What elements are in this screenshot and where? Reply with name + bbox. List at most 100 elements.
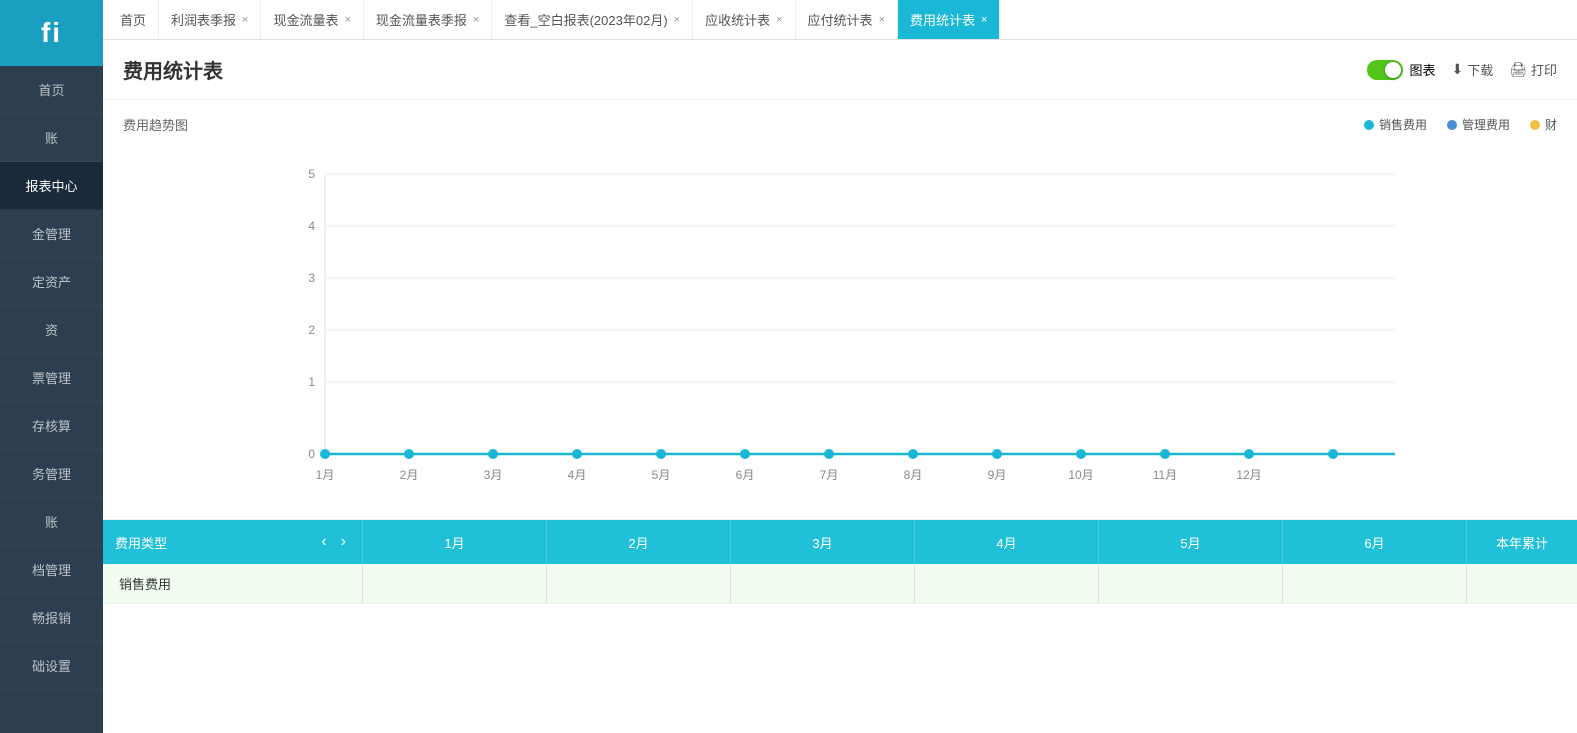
sidebar-item-service[interactable]: 务管理 (0, 450, 103, 498)
close-blank-report[interactable]: × (674, 14, 680, 26)
chart-toggle-label: 图表 (1409, 60, 1435, 79)
tab-profit-report[interactable]: 利润表季报 × (159, 0, 261, 40)
chart-toggle[interactable]: 图表 (1367, 60, 1435, 80)
svg-text:4: 4 (308, 219, 315, 233)
sidebar-item-invoice[interactable]: 票管理 (0, 354, 103, 402)
sidebar-item-write-off[interactable]: 畅报销 (0, 594, 103, 642)
th-m6: 6月 (1283, 520, 1467, 564)
legend-finance: 财 (1530, 116, 1557, 133)
chart-title: 费用趋势图 (123, 115, 188, 134)
td-type: 销售费用 (103, 564, 363, 603)
nav-arrows: ‹ › (317, 533, 350, 551)
sidebar-item-home[interactable]: 首页 (0, 66, 103, 114)
tab-expense[interactable]: 费用统计表 × (898, 0, 1000, 40)
chart-area: 费用趋势图 销售费用 管理费用 财 (103, 100, 1577, 519)
close-cashflow-quarterly[interactable]: × (473, 14, 479, 26)
svg-text:12月: 12月 (1236, 468, 1261, 482)
th-m4: 4月 (915, 520, 1099, 564)
sidebar-item-ledger[interactable]: 账 (0, 498, 103, 546)
app-logo: fi (0, 0, 103, 66)
svg-text:9月: 9月 (988, 468, 1007, 482)
tab-bar: 首页 利润表季报 × 现金流量表 × 现金流量表季报 × 查看_空白报表(202… (103, 0, 1577, 40)
close-expense[interactable]: × (981, 14, 987, 26)
svg-text:11月: 11月 (1153, 468, 1177, 482)
tab-cashflow-quarterly[interactable]: 现金流量表季报 × (364, 0, 492, 40)
tab-payable[interactable]: 应付统计表 × (796, 0, 898, 40)
td-ytd (1467, 564, 1577, 603)
sidebar-item-fund-mgmt[interactable]: 金管理 (0, 210, 103, 258)
sidebar-item-investment[interactable]: 资 (0, 306, 103, 354)
table-section: 费用类型 ‹ › 1月 2月 3月 (103, 519, 1577, 604)
svg-text:0: 0 (308, 447, 315, 461)
main-content: 首页 利润表季报 × 现金流量表 × 现金流量表季报 × 查看_空白报表(202… (103, 0, 1577, 733)
sidebar-item-report-center[interactable]: 报表中心 (0, 162, 103, 210)
close-receivable[interactable]: × (776, 14, 782, 26)
svg-text:5: 5 (308, 167, 315, 181)
legend-label-mgmt: 管理费用 (1462, 116, 1510, 133)
td-m5 (1099, 564, 1283, 603)
legend-label-sales: 销售费用 (1379, 116, 1427, 133)
next-arrow[interactable]: › (337, 533, 350, 551)
download-button[interactable]: ⬇ 下载 (1451, 60, 1493, 79)
chart-legend: 销售费用 管理费用 财 (1364, 116, 1557, 133)
page-header: 费用统计表 图表 ⬇ 下载 🖨 打印 (103, 40, 1577, 100)
legend-dot-sales (1364, 120, 1374, 130)
prev-arrow[interactable]: ‹ (317, 533, 330, 551)
th-m3: 3月 (731, 520, 915, 564)
th-type: 费用类型 ‹ › (103, 520, 363, 564)
svg-text:6月: 6月 (736, 468, 755, 482)
svg-text:7月: 7月 (820, 468, 839, 482)
legend-dot-finance (1530, 120, 1540, 130)
legend-sales: 销售费用 (1364, 116, 1427, 133)
page-title: 费用统计表 (123, 55, 223, 84)
sidebar: fi 首页 账 报表中心 金管理 定资产 资 票管理 存核算 务管理 账 档管理… (0, 0, 103, 733)
table-row: 销售费用 (103, 564, 1577, 604)
chart-svg-container: 5 4 3 2 1 0 (123, 144, 1557, 504)
svg-text:3月: 3月 (484, 468, 503, 482)
svg-text:2月: 2月 (400, 468, 419, 482)
svg-text:2: 2 (308, 323, 315, 337)
td-m4 (915, 564, 1099, 603)
sidebar-item-inventory[interactable]: 存核算 (0, 402, 103, 450)
td-m3 (731, 564, 915, 603)
print-icon: 🖨 (1509, 61, 1527, 78)
chart-svg: 5 4 3 2 1 0 (123, 144, 1557, 504)
svg-text:1月: 1月 (316, 468, 335, 482)
toggle-track[interactable] (1367, 60, 1403, 80)
th-type-label: 费用类型 (115, 533, 167, 552)
sidebar-item-account[interactable]: 账 (0, 114, 103, 162)
close-payable[interactable]: × (879, 14, 885, 26)
download-icon: ⬇ (1451, 61, 1463, 78)
close-cashflow[interactable]: × (344, 14, 350, 26)
page-content: 费用统计表 图表 ⬇ 下载 🖨 打印 (103, 40, 1577, 733)
th-m5: 5月 (1099, 520, 1283, 564)
tab-blank-report[interactable]: 查看_空白报表(2023年02月) × (492, 0, 693, 40)
table-header-row: 费用类型 ‹ › 1月 2月 3月 (103, 520, 1577, 564)
legend-dot-mgmt (1447, 120, 1457, 130)
svg-text:1: 1 (308, 375, 315, 389)
svg-text:10月: 10月 (1068, 468, 1093, 482)
chart-header: 费用趋势图 销售费用 管理费用 财 (123, 115, 1557, 134)
print-button[interactable]: 🖨 打印 (1509, 60, 1557, 79)
td-m6 (1283, 564, 1467, 603)
sidebar-item-fixed-assets[interactable]: 定资产 (0, 258, 103, 306)
legend-mgmt: 管理费用 (1447, 116, 1510, 133)
th-m2: 2月 (547, 520, 731, 564)
sidebar-item-settings[interactable]: 础设置 (0, 642, 103, 690)
close-profit-report[interactable]: × (242, 14, 248, 26)
th-m1: 1月 (363, 520, 547, 564)
tab-receivable[interactable]: 应收统计表 × (693, 0, 795, 40)
th-ytd: 本年累计 (1467, 520, 1577, 564)
tab-home[interactable]: 首页 (108, 0, 159, 40)
header-actions: 图表 ⬇ 下载 🖨 打印 (1367, 60, 1557, 80)
svg-text:4月: 4月 (568, 468, 587, 482)
td-m1 (363, 564, 547, 603)
svg-text:8月: 8月 (904, 468, 923, 482)
svg-text:3: 3 (308, 271, 315, 285)
td-m2 (547, 564, 731, 603)
svg-text:5月: 5月 (652, 468, 671, 482)
legend-label-finance: 财 (1545, 116, 1557, 133)
tab-cashflow[interactable]: 现金流量表 × (261, 0, 363, 40)
toggle-thumb (1385, 62, 1401, 78)
sidebar-item-archive[interactable]: 档管理 (0, 546, 103, 594)
